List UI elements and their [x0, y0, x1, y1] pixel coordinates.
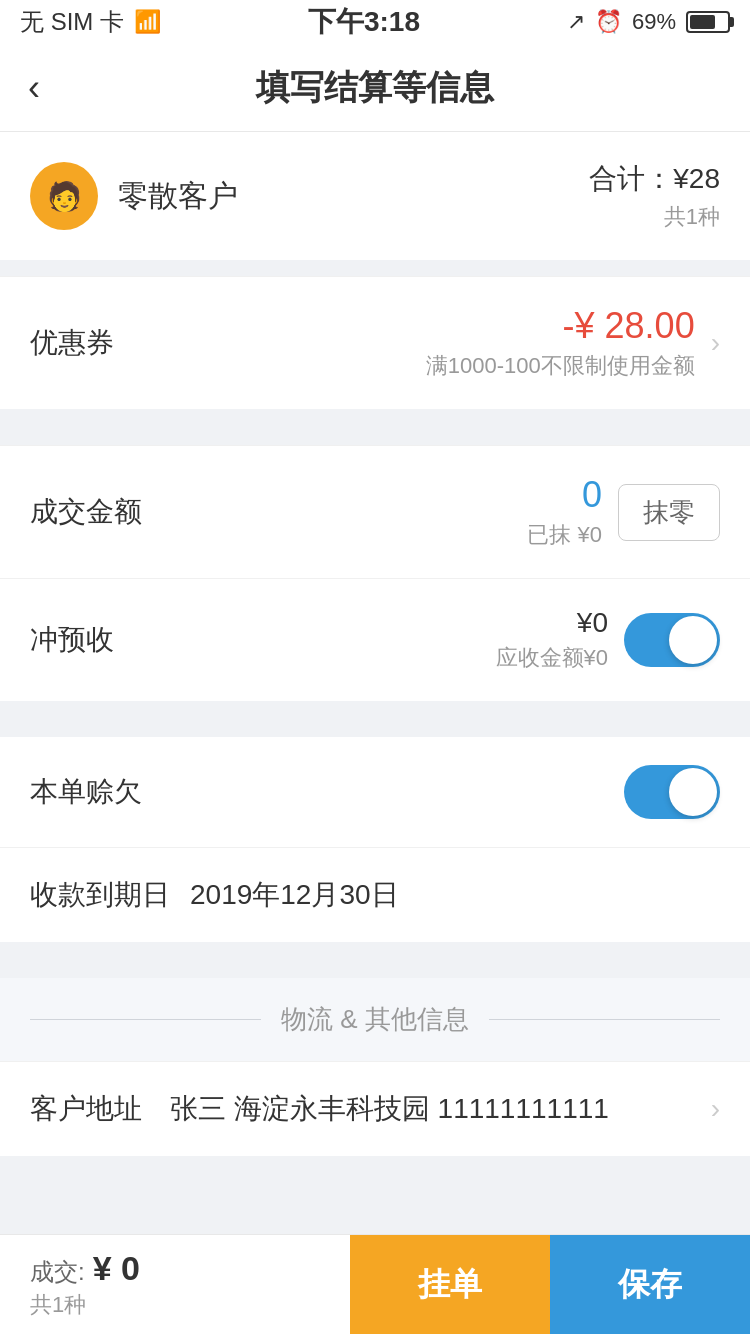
location-icon: ↗ — [567, 9, 585, 35]
due-date-row: 收款到期日 2019年12月30日 — [0, 847, 750, 942]
debt-row: 本单赊欠 — [0, 737, 750, 847]
total-count: 共1种 — [589, 202, 720, 232]
prepayment-value-area: ¥0 应收金额¥0 — [496, 607, 608, 673]
deal-amount-label: 成交金额 — [30, 493, 142, 531]
nav-bar: ‹ 填写结算等信息 — [0, 44, 750, 132]
customer-row: 🧑 零散客户 合计：¥28 共1种 — [0, 132, 750, 260]
logistics-divider: 物流 & 其他信息 — [0, 978, 750, 1061]
deal-amount-section: 成交金额 0 已抹 ¥0 抹零 冲预收 ¥0 应收金额¥0 — [0, 445, 750, 701]
battery-text: 69% — [632, 9, 676, 35]
customer-section: 🧑 零散客户 合计：¥28 共1种 — [0, 132, 750, 260]
prepayment-right: ¥0 应收金额¥0 — [496, 607, 720, 673]
customer-total: 合计：¥28 共1种 — [589, 160, 720, 232]
bottom-count: 共1种 — [30, 1290, 320, 1320]
status-right: ↗ ⏰ 69% — [567, 9, 730, 35]
address-row[interactable]: 客户地址 张三 海淀永丰科技园 11111111111 › — [0, 1061, 750, 1156]
prepayment-toggle[interactable] — [624, 613, 720, 667]
customer-name: 零散客户 — [118, 176, 238, 217]
wifi-icon: 📶 — [134, 9, 161, 35]
address-section: 客户地址 张三 海淀永丰科技园 11111111111 › — [0, 1061, 750, 1156]
carrier-text: 无 SIM 卡 — [20, 6, 124, 38]
customer-avatar: 🧑 — [30, 162, 98, 230]
battery-icon — [686, 11, 730, 33]
deal-amount-value: 0 — [527, 474, 602, 516]
prepayment-label: 冲预收 — [30, 621, 114, 659]
coupon-value-area: -¥ 28.00 满1000-100不限制使用金额 — [426, 305, 695, 381]
section-divider-3 — [0, 958, 750, 978]
deal-amount-row: 成交金额 0 已抹 ¥0 抹零 — [0, 445, 750, 578]
deal-amount-value-area: 0 已抹 ¥0 — [527, 474, 602, 550]
page-title: 填写结算等信息 — [256, 65, 494, 111]
hold-button[interactable]: 挂单 — [350, 1235, 550, 1335]
coupon-right: -¥ 28.00 满1000-100不限制使用金额 › — [426, 305, 720, 381]
debt-toggle-knob — [669, 768, 717, 816]
avatar-icon: 🧑 — [47, 180, 82, 213]
coupon-label: 优惠券 — [30, 324, 114, 362]
save-button[interactable]: 保存 — [550, 1235, 750, 1335]
due-date-label: 收款到期日 — [30, 876, 170, 914]
section-divider-2 — [0, 717, 750, 737]
alarm-icon: ⏰ — [595, 9, 622, 35]
debt-right — [624, 765, 720, 819]
section-divider-1 — [0, 425, 750, 445]
deal-deducted: 已抹 ¥0 — [527, 520, 602, 550]
coupon-condition: 满1000-100不限制使用金额 — [426, 351, 695, 381]
debt-toggle[interactable] — [624, 765, 720, 819]
coupon-section[interactable]: 优惠券 -¥ 28.00 满1000-100不限制使用金额 › — [0, 276, 750, 409]
address-chevron-icon: › — [711, 1093, 720, 1125]
prepayment-amount: ¥0 — [496, 607, 608, 639]
bottom-total-area: 成交: ¥ 0 共1种 — [0, 1249, 350, 1320]
prepayment-row: 冲预收 ¥0 应收金额¥0 — [0, 578, 750, 701]
prepayment-receivable: 应收金额¥0 — [496, 643, 608, 673]
logistics-line-right — [489, 1019, 720, 1020]
bottom-deal-label: 成交: — [30, 1256, 85, 1288]
bottom-deal-value: ¥ 0 — [93, 1249, 140, 1288]
back-button[interactable]: ‹ — [28, 67, 40, 109]
status-time: 下午3:18 — [308, 3, 420, 41]
total-amount: 合计：¥28 — [589, 160, 720, 198]
prepayment-toggle-knob — [669, 616, 717, 664]
customer-left: 🧑 零散客户 — [30, 162, 238, 230]
bottom-bar: 成交: ¥ 0 共1种 挂单 保存 — [0, 1234, 750, 1334]
deal-amount-right: 0 已抹 ¥0 抹零 — [527, 474, 720, 550]
logistics-label: 物流 & 其他信息 — [281, 1002, 469, 1037]
address-value: 张三 海淀永丰科技园 11111111111 — [170, 1090, 711, 1128]
due-date-value: 2019年12月30日 — [190, 876, 399, 914]
round-zero-button[interactable]: 抹零 — [618, 484, 720, 541]
status-bar: 无 SIM 卡 📶 下午3:18 ↗ ⏰ 69% — [0, 0, 750, 44]
status-left: 无 SIM 卡 📶 — [20, 6, 161, 38]
address-label: 客户地址 — [30, 1090, 150, 1128]
coupon-discount: -¥ 28.00 — [426, 305, 695, 347]
coupon-chevron-icon: › — [711, 327, 720, 359]
coupon-row[interactable]: 优惠券 -¥ 28.00 满1000-100不限制使用金额 › — [0, 276, 750, 409]
debt-label: 本单赊欠 — [30, 773, 142, 811]
logistics-line-left — [30, 1019, 261, 1020]
debt-section: 本单赊欠 收款到期日 2019年12月30日 — [0, 737, 750, 942]
